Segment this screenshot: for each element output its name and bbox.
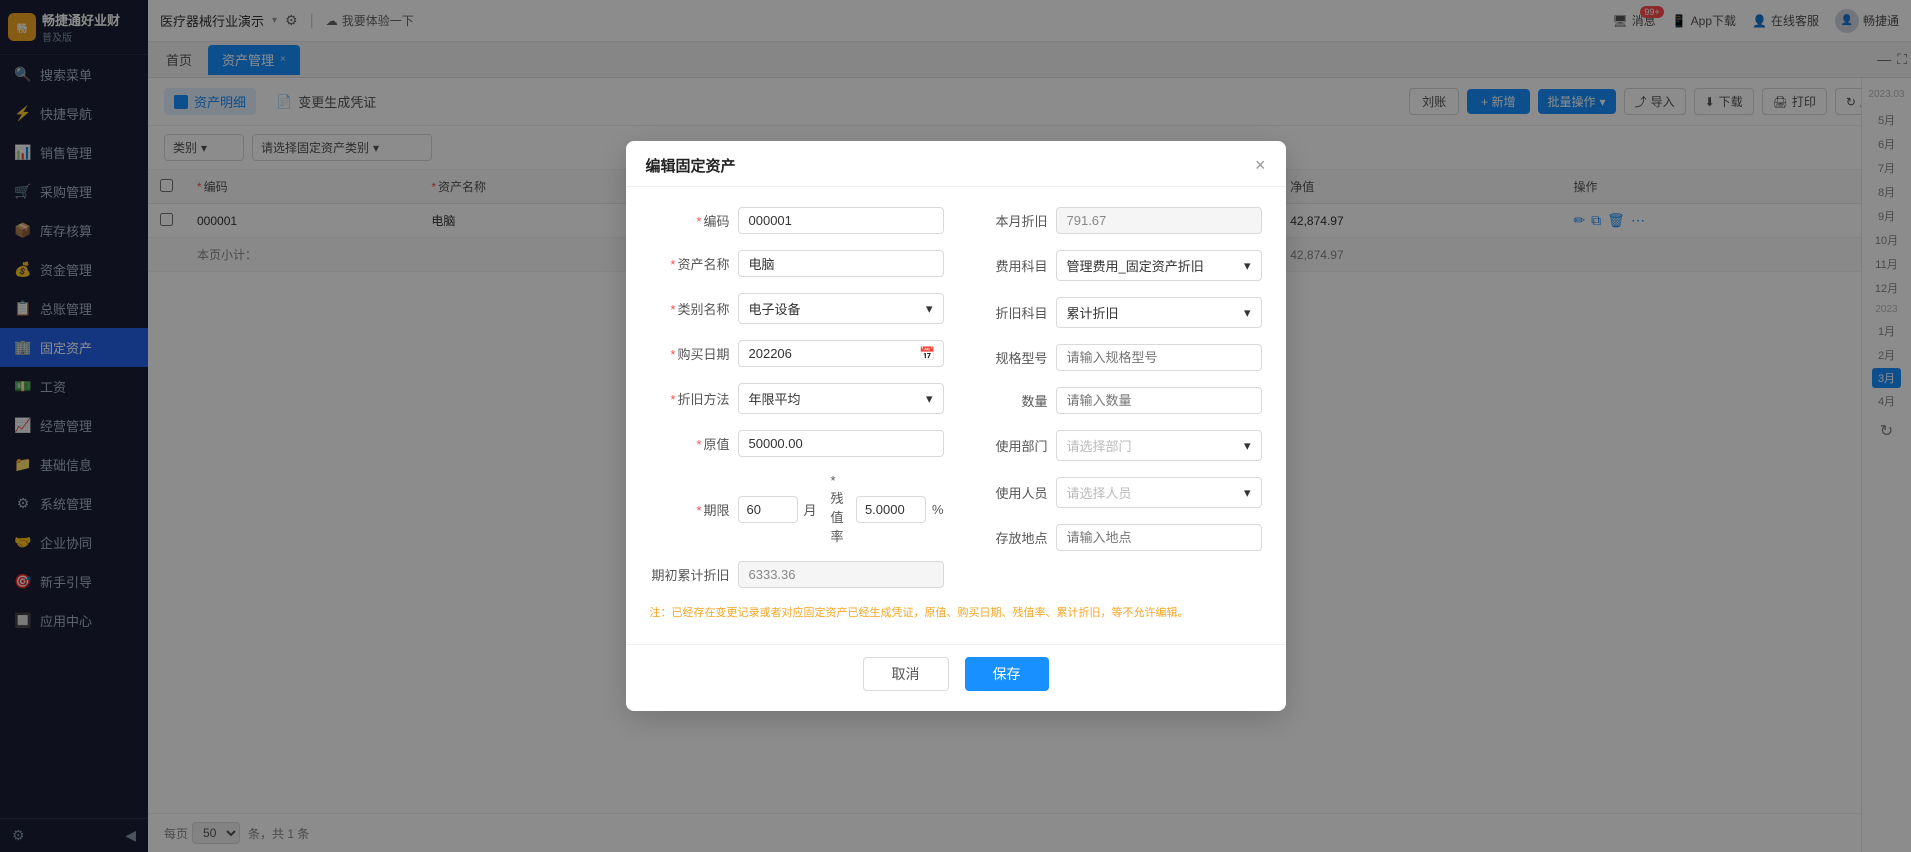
- asset-name-input[interactable]: [738, 250, 944, 277]
- save-button[interactable]: 保存: [965, 657, 1049, 691]
- monthly-depreciation-label: 本月折旧: [968, 211, 1048, 230]
- depreciation-subject-select[interactable]: 累计折旧 ▾: [1056, 297, 1262, 328]
- modal-body: *编码 *资产名称 *类别名称: [626, 187, 1286, 644]
- residual-pct: %: [932, 502, 944, 517]
- user-label: 使用人员: [968, 483, 1048, 502]
- initial-depreciation-label: 期初累计折旧: [650, 565, 730, 584]
- quantity-label: 数量: [968, 391, 1048, 410]
- modal-title: 编辑固定资产: [646, 155, 736, 176]
- category-dropdown-icon: ▾: [926, 301, 933, 317]
- monthly-depreciation-input: [1056, 207, 1262, 234]
- form-row-category: *类别名称 电子设备 ▾: [650, 293, 944, 324]
- form-row-period: *期限 月 * 残值率 %: [650, 473, 944, 545]
- form-row-spec: 规格型号: [968, 344, 1262, 371]
- form-row-quantity: 数量: [968, 387, 1262, 414]
- cancel-button[interactable]: 取消: [863, 657, 949, 691]
- modal-footer: 取消 保存: [626, 644, 1286, 711]
- form-row-asset-name: *资产名称: [650, 250, 944, 277]
- purchase-date-input[interactable]: [738, 340, 944, 367]
- form-row-initial-depreciation: 期初累计折旧: [650, 561, 944, 588]
- code-input[interactable]: [738, 207, 944, 234]
- period-label: *期限: [650, 500, 730, 519]
- form-row-purchase-date: *购买日期 📅: [650, 340, 944, 367]
- form-row-depreciation-subject: 折旧科目 累计折旧 ▾: [968, 297, 1262, 328]
- period-input[interactable]: [738, 496, 798, 523]
- category-select[interactable]: 电子设备 ▾: [738, 293, 944, 324]
- user-dropdown-icon: ▾: [1244, 485, 1251, 501]
- form-row-user: 使用人员 请选择人员 ▾: [968, 477, 1262, 508]
- depreciation-subject-dropdown-icon: ▾: [1244, 305, 1251, 321]
- department-label: 使用部门: [968, 436, 1048, 455]
- original-value-label: *原值: [650, 434, 730, 453]
- asset-name-label: *资产名称: [650, 254, 730, 273]
- form-row-original-value: *原值: [650, 430, 944, 457]
- residual-rate-input[interactable]: [856, 496, 926, 523]
- expense-subject-select[interactable]: 管理费用_固定资产折旧 ▾: [1056, 250, 1262, 281]
- department-dropdown-icon: ▾: [1244, 438, 1251, 454]
- purchase-date-label: *购买日期: [650, 344, 730, 363]
- modal-header: 编辑固定资产 ×: [626, 141, 1286, 187]
- form-grid: *编码 *资产名称 *类别名称: [650, 207, 1262, 604]
- original-value-input[interactable]: [738, 430, 944, 457]
- location-input[interactable]: [1056, 524, 1262, 551]
- depreciation-subject-label: 折旧科目: [968, 303, 1048, 322]
- form-row-code: *编码: [650, 207, 944, 234]
- form-right-column: 本月折旧 费用科目 管理费用_固定资产折旧 ▾ 折旧科目: [968, 207, 1262, 604]
- edit-asset-modal: 编辑固定资产 × *编码 *资产名称: [626, 141, 1286, 711]
- location-label: 存放地点: [968, 528, 1048, 547]
- form-row-expense-subject: 费用科目 管理费用_固定资产折旧 ▾: [968, 250, 1262, 281]
- expense-subject-dropdown-icon: ▾: [1244, 258, 1251, 274]
- spec-input[interactable]: [1056, 344, 1262, 371]
- form-row-department: 使用部门 请选择部门 ▾: [968, 430, 1262, 461]
- form-row-monthly-depreciation: 本月折旧: [968, 207, 1262, 234]
- department-select[interactable]: 请选择部门 ▾: [1056, 430, 1262, 461]
- modal-note: 注：已经存在变更记录或者对应固定资产已经生成凭证，原值、购买日期、残值率、累计折…: [650, 604, 1262, 632]
- depreciation-method-dropdown-icon: ▾: [926, 391, 933, 407]
- form-row-location: 存放地点: [968, 524, 1262, 551]
- code-label: *编码: [650, 211, 730, 230]
- spec-label: 规格型号: [968, 348, 1048, 367]
- form-row-depreciation-method: *折旧方法 年限平均 ▾: [650, 383, 944, 414]
- quantity-input[interactable]: [1056, 387, 1262, 414]
- category-label: *类别名称: [650, 299, 730, 318]
- residual-rate-label: * 残值率: [831, 473, 850, 545]
- modal-overlay: 编辑固定资产 × *编码 *资产名称: [0, 0, 1911, 852]
- calendar-icon: 📅: [919, 346, 935, 362]
- expense-subject-label: 费用科目: [968, 256, 1048, 275]
- modal-close-icon[interactable]: ×: [1255, 155, 1266, 176]
- purchase-date-field: 📅: [738, 340, 944, 367]
- initial-depreciation-input: [738, 561, 944, 588]
- period-unit: 月: [804, 500, 817, 519]
- form-left-column: *编码 *资产名称 *类别名称: [650, 207, 944, 604]
- user-select[interactable]: 请选择人员 ▾: [1056, 477, 1262, 508]
- depreciation-method-label: *折旧方法: [650, 389, 730, 408]
- depreciation-method-select[interactable]: 年限平均 ▾: [738, 383, 944, 414]
